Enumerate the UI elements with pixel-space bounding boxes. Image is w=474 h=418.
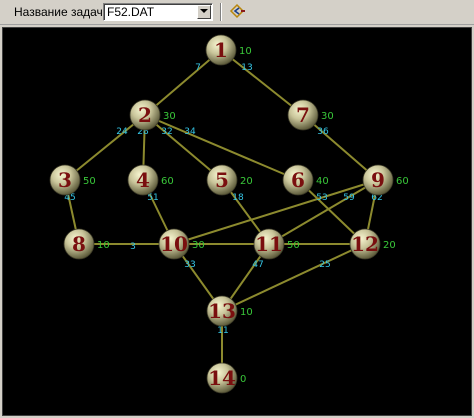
edge-weight-12-13: 25 (319, 260, 330, 270)
node-number: 9 (371, 168, 385, 192)
node-weight: 30 (163, 111, 176, 122)
graph-canvas[interactable]: 7 13 24 28 32 34 36 45 51 18 53 59 62 3 33 47 25 11 1 10 2 3… (2, 27, 472, 416)
edge-weight-11-13: 47 (252, 260, 263, 270)
diamond-arrow-icon[interactable] (226, 2, 248, 22)
toolbar: Название задачи : F52.DAT (0, 0, 474, 25)
node-number: 11 (255, 232, 283, 256)
node-weight: 20 (240, 176, 253, 187)
node-number: 10 (160, 232, 188, 256)
node-number: 14 (208, 366, 236, 390)
node-11[interactable]: 11 50 (253, 228, 300, 260)
edge-weight-9-11: 59 (343, 193, 355, 203)
node-5[interactable]: 5 20 (206, 164, 253, 196)
edge-weight-6-12: 53 (316, 193, 327, 203)
node-14[interactable]: 14 0 (206, 362, 246, 394)
node-weight: 40 (316, 176, 329, 187)
node-weight: 0 (240, 374, 246, 385)
edge-weight-13-14: 11 (217, 326, 228, 336)
node-number: 7 (296, 103, 310, 127)
node-weight: 60 (161, 176, 174, 187)
graph-diagram: 7 1324 28 32 34 3645 51 18 53 59 62333 47 2511 1 102 3… (49, 34, 409, 394)
edge-weight-2-6: 34 (184, 127, 196, 137)
node-weight: 10 (239, 46, 252, 57)
node-number: 2 (138, 103, 152, 127)
node-9[interactable]: 9 60 (362, 164, 409, 196)
node-weight: 60 (396, 176, 409, 187)
edge-weight-1-7: 13 (241, 63, 252, 73)
node-4[interactable]: 4 60 (127, 164, 174, 196)
node-10[interactable]: 10 30 (158, 228, 205, 260)
edge-weight-4-10: 51 (147, 193, 158, 203)
node-weight: 10 (240, 307, 253, 318)
edge-weight-1-2: 7 (195, 63, 201, 73)
edge-weight-10-13: 33 (184, 260, 195, 270)
node-weight: 10 (97, 240, 110, 251)
node-6[interactable]: 6 40 (282, 164, 329, 196)
node-number: 6 (291, 168, 305, 192)
node-3[interactable]: 3 50 (49, 164, 96, 196)
node-number: 3 (58, 168, 72, 192)
node-number: 4 (136, 168, 150, 192)
task-select[interactable]: F52.DAT (103, 3, 213, 21)
node-weight: 30 (192, 240, 205, 251)
node-1[interactable]: 1 10 (205, 34, 252, 66)
task-select-value: F52.DAT (107, 5, 155, 19)
task-name-label: Название задачи : (14, 5, 117, 19)
node-weight: 20 (383, 240, 396, 251)
toolbar-separator (220, 3, 222, 21)
edge-1-7 (220, 49, 304, 116)
edge-12-13 (221, 243, 366, 312)
node-weight: 50 (287, 240, 300, 251)
node-weight: 50 (83, 176, 96, 187)
node-number: 13 (208, 299, 236, 323)
edge-weight-5-11: 18 (232, 193, 244, 203)
edge-weight-8-10: 3 (130, 242, 136, 252)
node-number: 5 (215, 168, 229, 192)
edge-weight-2-3: 24 (116, 127, 128, 137)
node-number: 8 (72, 232, 86, 256)
chevron-down-icon[interactable] (197, 5, 211, 19)
node-7[interactable]: 7 30 (287, 99, 334, 131)
edge-weight-2-5: 32 (161, 127, 172, 137)
node-weight: 30 (321, 111, 334, 122)
node-12[interactable]: 12 20 (349, 228, 396, 260)
edge-weight-7-9: 36 (317, 127, 329, 137)
node-number: 1 (214, 38, 228, 62)
node-8[interactable]: 8 10 (63, 228, 110, 260)
node-number: 12 (351, 232, 379, 256)
